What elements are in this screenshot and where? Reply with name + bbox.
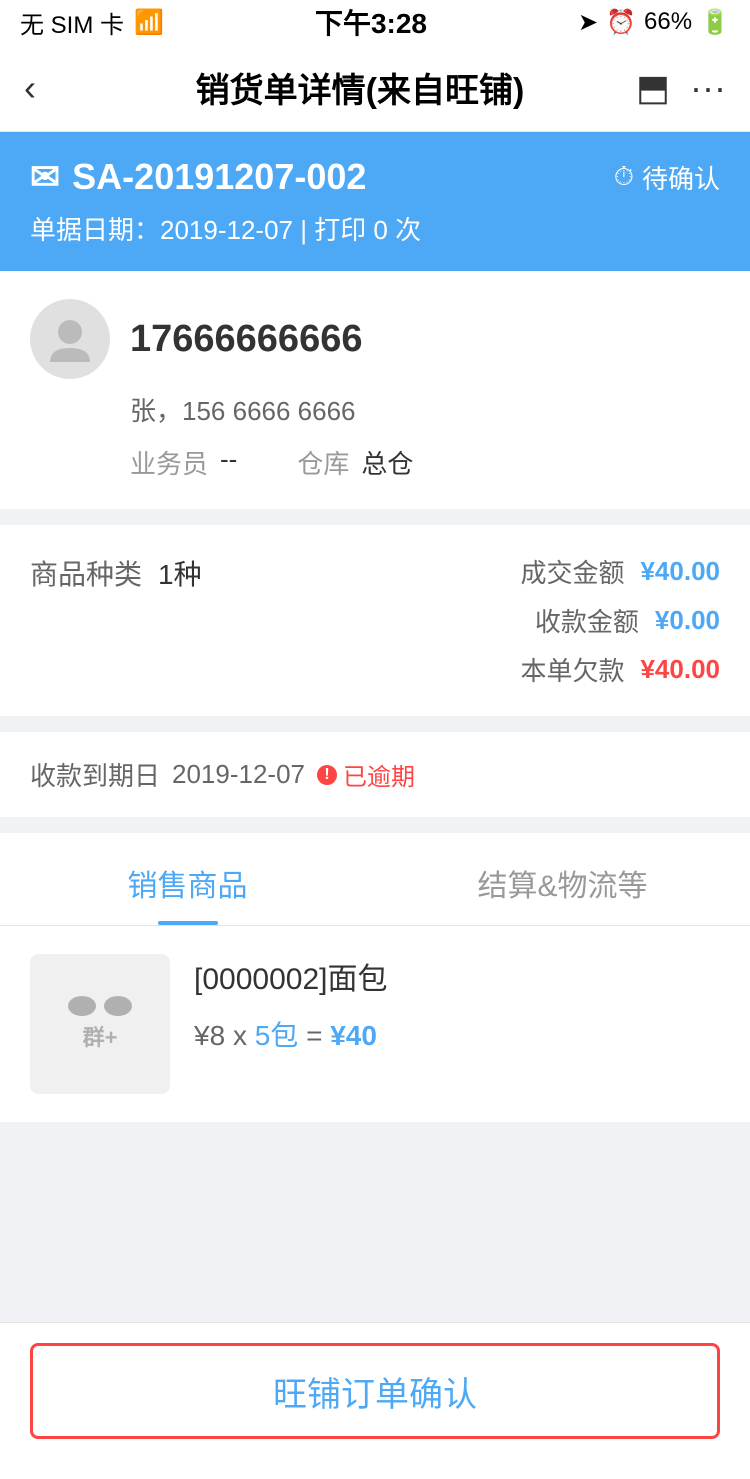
order-id-text: SA-20191207-002 [72,156,366,198]
warehouse-label: 仓库 [297,444,349,481]
battery-text: 66% [644,8,692,36]
product-type-value: 1种 [158,553,202,593]
received-amount-value: ¥0.00 [655,605,720,636]
product-image: 群+ [30,954,170,1094]
owl-eye-left [68,996,96,1016]
share-button[interactable]: ⬒ [636,67,670,109]
product-type-row: 商品种类 1种 [30,553,202,593]
deal-amount-label: 成交金额 [520,553,624,590]
status-bar-right: ➤ ⏰ 66% 🔋 [578,8,730,37]
salesperson-label: 业务员 [130,444,208,481]
product-price: ¥8 x 5包 = ¥40 [194,1014,720,1054]
due-date-label: 收款到期日 [30,756,160,793]
bottom-area: 旺铺订单确认 [0,1322,750,1479]
total-price: ¥40 [330,1020,377,1051]
nav-bar: ‹ 销货单详情(来自旺铺) ⬒ ··· [0,44,750,132]
deal-amount-row: 成交金额 ¥40.00 [520,553,720,590]
tab-sales-product[interactable]: 销售商品 [0,833,375,925]
multiply-sign: x [233,1020,247,1051]
clock-icon: ⏱ [614,161,634,193]
confirm-order-button[interactable]: 旺铺订单确认 [30,1343,720,1439]
product-logo: 群+ [68,996,132,1052]
unit-price: ¥8 [194,1020,225,1051]
debt-amount-row: 本单欠款 ¥40.00 [520,651,720,688]
alarm-icon: ⏰ [606,8,636,37]
summary-left: 商品种类 1种 [30,553,202,593]
summary-card: 商品种类 1种 成交金额 ¥40.00 收款金额 ¥0.00 本单欠款 ¥40.… [0,525,750,716]
received-amount-label: 收款金额 [535,602,639,639]
deal-amount-value: ¥40.00 [640,556,720,587]
due-date-value: 2019-12-07 [172,759,305,790]
due-date-card: 收款到期日 2019-12-07 ! 已逾期 [0,732,750,817]
salesperson-value: -- [220,444,237,481]
summary-right: 成交金额 ¥40.00 收款金额 ¥0.00 本单欠款 ¥40.00 [520,553,720,688]
customer-card: 17666666666 张，156 6666 6666 业务员 -- 仓库 总仓 [0,271,750,509]
order-status: ⏱ 待确认 [614,159,720,196]
customer-meta: 业务员 -- 仓库 总仓 [30,444,720,481]
product-info: [0000002]面包 ¥8 x 5包 = ¥40 [194,954,720,1054]
order-icon: ✉ [30,156,60,198]
page-title: 销货单详情(来自旺铺) [196,63,525,112]
debt-amount-value: ¥40.00 [640,654,720,685]
owl-eyes [68,996,132,1016]
status-bar-time: 下午3:28 [315,2,427,42]
wifi-icon: 📶 [134,8,164,37]
debt-amount-label: 本单欠款 [520,651,624,688]
product-type-label: 商品种类 [30,553,142,593]
battery-icon: 🔋 [700,8,730,37]
salesperson-info: 业务员 -- [130,444,237,481]
empty-space [0,1122,750,1322]
equals-sign: = [306,1020,322,1051]
product-section: 群+ [0000002]面包 ¥8 x 5包 = ¥40 [0,926,750,1122]
received-amount-row: 收款金额 ¥0.00 [535,602,720,639]
product-name: [0000002]面包 [194,954,720,998]
logo-text: 群+ [83,1020,118,1052]
no-sim-text: 无 SIM 卡 [20,5,124,40]
overdue-badge: ! 已逾期 [317,757,415,792]
owl-eye-right [104,996,132,1016]
status-bar-left: 无 SIM 卡 📶 [20,5,164,40]
nav-actions: ⬒ ··· [636,67,726,109]
status-bar: 无 SIM 卡 📶 下午3:28 ➤ ⏰ 66% 🔋 [0,0,750,44]
location-icon: ➤ [578,8,598,37]
tabs-bar: 销售商品 结算&物流等 [0,833,750,926]
overdue-text: 已逾期 [343,757,415,792]
order-id: ✉ SA-20191207-002 [30,156,366,198]
overdue-icon: ! [317,765,337,785]
order-header: ✉ SA-20191207-002 ⏱ 待确认 单据日期：2019-12-07 … [0,132,750,271]
tab-settlement[interactable]: 结算&物流等 [375,833,750,925]
quantity: 5包 [255,1020,299,1051]
customer-avatar [30,299,110,379]
customer-name: 张，156 6666 6666 [30,391,720,428]
warehouse-info: 仓库 总仓 [297,444,413,481]
back-button[interactable]: ‹ [24,67,84,109]
warehouse-value: 总仓 [361,444,413,481]
status-text: 待确认 [642,159,720,196]
more-button[interactable]: ··· [690,67,726,109]
order-date: 单据日期：2019-12-07 | 打印 0 次 [30,210,720,247]
customer-phone: 17666666666 [130,318,362,361]
